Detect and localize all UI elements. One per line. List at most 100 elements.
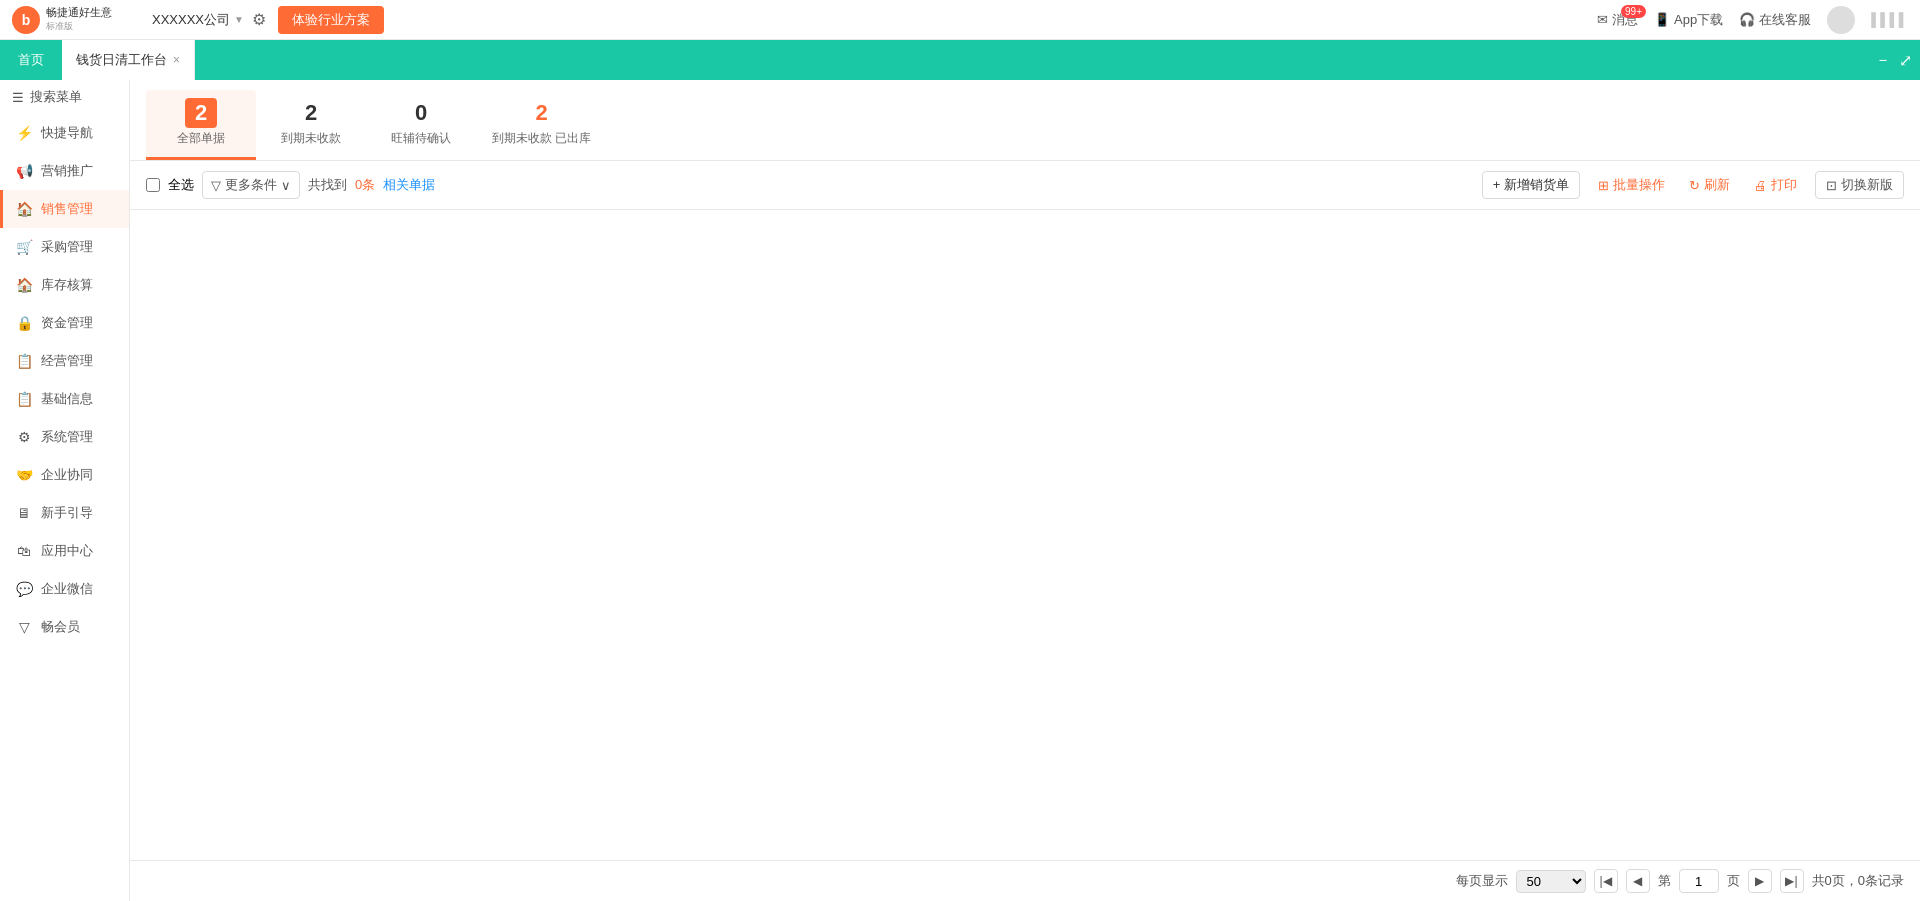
home-tab[interactable]: 首页 [0, 40, 62, 80]
filter-button[interactable]: ▽ 更多条件 ∨ [202, 171, 300, 199]
sidebar-icon-8: ⚙ [15, 428, 33, 446]
tab-close-icon[interactable]: × [173, 53, 180, 67]
prev-page-btn[interactable]: ◀ [1626, 869, 1650, 893]
logo-area: b 畅捷通好生意 标准版 [12, 6, 142, 34]
stat-tab-shipped[interactable]: 2 到期未收款 已出库 [476, 90, 607, 160]
logo-text-block: 畅捷通好生意 标准版 [46, 6, 112, 32]
toolbar: 全选 ▽ 更多条件 ∨ 共找到 0条 相关单据 + 新增销货单 ⊞ 批量操作 ↻ [130, 161, 1920, 210]
sidebar-item-10[interactable]: 🖥新手引导 [0, 494, 129, 532]
company-selector[interactable]: XXXXXX公司 ▼ [152, 11, 244, 29]
headset-icon: 🎧 [1739, 12, 1755, 27]
sidebar-item-6[interactable]: 📋经营管理 [0, 342, 129, 380]
switch-label: 切换新版 [1841, 176, 1893, 194]
stat-label-shipped: 到期未收款 已出库 [492, 130, 591, 147]
logo-line1: 畅捷通好生意 [46, 6, 112, 19]
avatar[interactable] [1827, 6, 1855, 34]
sidebar-item-12[interactable]: 💬企业微信 [0, 570, 129, 608]
sidebar-item-9[interactable]: 🤝企业协同 [0, 456, 129, 494]
total-info: 共0页，0条记录 [1812, 872, 1904, 890]
stat-num-all: 2 [195, 100, 207, 126]
sidebar-icon-5: 🔒 [15, 314, 33, 332]
app-download-label: App下载 [1674, 11, 1723, 29]
select-all-label: 全选 [168, 176, 194, 194]
sidebar-icon-4: 🏠 [15, 276, 33, 294]
tab-expand-btn[interactable]: ⤢ [1899, 51, 1912, 70]
sidebar: ☰ 搜索菜单 ⚡快捷导航📢营销推广🏠销售管理🛒采购管理🏠库存核算🔒资金管理📋经营… [0, 80, 130, 901]
sidebar-item-0[interactable]: ⚡快捷导航 [0, 114, 129, 152]
switch-version-btn[interactable]: ⊡ 切换新版 [1815, 171, 1904, 199]
refresh-label: 刷新 [1704, 176, 1730, 194]
switch-icon: ⊡ [1826, 178, 1837, 193]
per-page-select[interactable]: 50 20 100 [1516, 870, 1586, 893]
select-all-checkbox[interactable] [146, 178, 160, 192]
sidebar-icon-3: 🛒 [15, 238, 33, 256]
sidebar-item-3[interactable]: 🛒采购管理 [0, 228, 129, 266]
page-suffix: 页 [1727, 872, 1740, 890]
sidebar-item-1[interactable]: 📢营销推广 [0, 152, 129, 190]
first-page-btn[interactable]: |◀ [1594, 869, 1618, 893]
toolbar-right: + 新增销货单 ⊞ 批量操作 ↻ 刷新 🖨 打印 ⊡ 切换新版 [1482, 171, 1904, 199]
sidebar-icon-11: 🛍 [15, 542, 33, 560]
stats-tabs: 2 全部单据 2 到期未收款 0 旺辅待确认 2 到期未收款 已出 [130, 80, 1920, 161]
sidebar-items: ⚡快捷导航📢营销推广🏠销售管理🛒采购管理🏠库存核算🔒资金管理📋经营管理📋基础信息… [0, 114, 129, 646]
batch-icon: ⊞ [1598, 178, 1609, 193]
company-name: XXXXXX公司 [152, 11, 230, 29]
top-bar: b 畅捷通好生意 标准版 XXXXXX公司 ▼ ⚙ 体验行业方案 ✉ 消息 99… [0, 0, 1920, 40]
sidebar-icon-1: 📢 [15, 162, 33, 180]
active-tab[interactable]: 钱货日清工作台 × [62, 40, 195, 80]
sidebar-icon-6: 📋 [15, 352, 33, 370]
sidebar-item-7[interactable]: 📋基础信息 [0, 380, 129, 418]
message-icon: ✉ [1597, 12, 1608, 27]
content-area: 2 全部单据 2 到期未收款 0 旺辅待确认 2 到期未收款 已出 [130, 80, 1920, 901]
tab-minimize-btn[interactable]: － [1875, 50, 1891, 71]
sidebar-item-13[interactable]: ▽畅会员 [0, 608, 129, 646]
user-name[interactable]: ▌▌▌▌ [1871, 12, 1908, 27]
found-count: 0条 [355, 176, 375, 194]
sidebar-item-8[interactable]: ⚙系统管理 [0, 418, 129, 456]
stat-tab-overdue[interactable]: 2 到期未收款 [256, 90, 366, 160]
sidebar-item-5[interactable]: 🔒资金管理 [0, 304, 129, 342]
online-service-btn[interactable]: 🎧 在线客服 [1739, 11, 1811, 29]
search-icon: ☰ [12, 90, 24, 105]
batch-btn[interactable]: ⊞ 批量操作 [1592, 172, 1671, 198]
sidebar-item-4[interactable]: 🏠库存核算 [0, 266, 129, 304]
related-orders-link[interactable]: 相关单据 [383, 176, 435, 194]
sidebar-item-2[interactable]: 🏠销售管理 [0, 190, 129, 228]
table-area [130, 210, 1920, 860]
print-label: 打印 [1771, 176, 1797, 194]
sidebar-icon-0: ⚡ [15, 124, 33, 142]
online-service-label: 在线客服 [1759, 11, 1811, 29]
next-page-btn[interactable]: ▶ [1748, 869, 1772, 893]
stat-label-overdue: 到期未收款 [281, 130, 341, 147]
top-right-area: ✉ 消息 99+ 📱 App下载 🎧 在线客服 ▌▌▌▌ [1597, 6, 1908, 34]
search-menu-label: 搜索菜单 [30, 88, 82, 106]
refresh-btn[interactable]: ↻ 刷新 [1683, 172, 1736, 198]
search-menu[interactable]: ☰ 搜索菜单 [0, 80, 129, 114]
sidebar-icon-2: 🏠 [15, 200, 33, 218]
stat-num-overdue: 2 [305, 100, 317, 126]
sidebar-icon-13: ▽ [15, 618, 33, 636]
stat-label-all: 全部单据 [177, 130, 225, 147]
trial-button[interactable]: 体验行业方案 [278, 6, 384, 34]
page-label: 第 [1658, 872, 1671, 890]
filter-label: 更多条件 [225, 176, 277, 194]
app-download-btn[interactable]: 📱 App下载 [1654, 11, 1723, 29]
stat-tab-all[interactable]: 2 全部单据 [146, 90, 256, 160]
sidebar-item-11[interactable]: 🛍应用中心 [0, 532, 129, 570]
logo-icon: b [12, 6, 40, 34]
stat-label-wangfu: 旺辅待确认 [391, 130, 451, 147]
refresh-icon: ↻ [1689, 178, 1700, 193]
active-tab-label: 钱货日清工作台 [76, 51, 167, 69]
stat-tab-wangfu[interactable]: 0 旺辅待确认 [366, 90, 476, 160]
page-input[interactable] [1679, 869, 1719, 893]
download-icon: 📱 [1654, 12, 1670, 27]
new-order-button[interactable]: + 新增销货单 [1482, 171, 1580, 199]
tab-bar: 首页 钱货日清工作台 × － ⤢ [0, 40, 1920, 80]
print-btn[interactable]: 🖨 打印 [1748, 172, 1803, 198]
last-page-btn[interactable]: ▶| [1780, 869, 1804, 893]
print-icon: 🖨 [1754, 178, 1767, 193]
message-btn[interactable]: ✉ 消息 99+ [1597, 11, 1638, 29]
sidebar-icon-9: 🤝 [15, 466, 33, 484]
settings-icon[interactable]: ⚙ [252, 10, 266, 29]
sidebar-icon-10: 🖥 [15, 504, 33, 522]
